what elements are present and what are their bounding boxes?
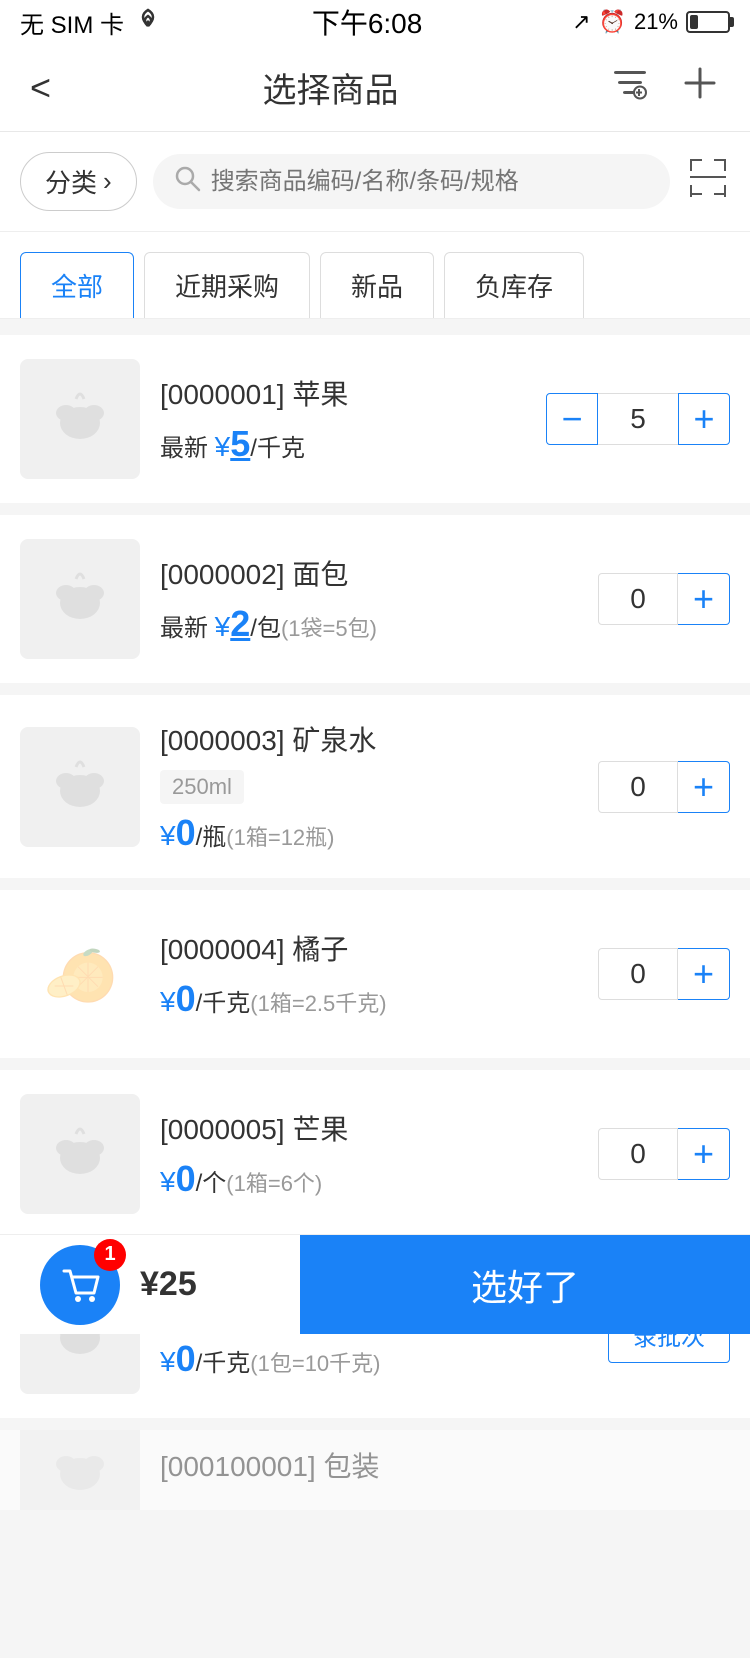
status-time: 下午6:08 xyxy=(312,2,423,42)
back-button[interactable]: < xyxy=(30,67,51,109)
alarm-icon: ⏰ xyxy=(599,9,626,35)
scan-icon[interactable] xyxy=(686,155,730,209)
bottom-bar: 1 ¥25 选好了 xyxy=(0,1234,750,1334)
product-item: [0000005] 芒果 ¥0/个(1箱=6个) + xyxy=(0,1070,750,1238)
product-info-p4: [0000004] 橘子 ¥0/千克(1箱=2.5千克) xyxy=(160,928,578,1020)
category-button[interactable]: 分类 › xyxy=(20,152,137,211)
product-image-p2 xyxy=(20,539,140,659)
search-box[interactable] xyxy=(153,154,670,209)
battery-icon xyxy=(686,11,730,33)
product-item: [0000001] 苹果 最新 ¥5/千克 − + xyxy=(0,335,750,503)
gps-icon: ↗ xyxy=(572,9,590,35)
qty-control-p3: + xyxy=(598,761,730,813)
page-title: 选择商品 xyxy=(263,63,399,112)
qty-input-p3[interactable] xyxy=(598,761,678,813)
product-name-p7: [000100001] 包装 xyxy=(160,1445,730,1485)
product-info-p5: [0000005] 芒果 ¥0/个(1箱=6个) xyxy=(160,1108,578,1200)
nav-actions xyxy=(610,63,720,113)
product-item: [0000003] 矿泉水 250ml ¥0/瓶(1箱=12瓶) + xyxy=(0,695,750,878)
qty-input-p2[interactable] xyxy=(598,573,678,625)
status-left: 无 SIM 卡 xyxy=(20,5,162,40)
qty-control-p1: − + xyxy=(546,393,730,445)
status-bar: 无 SIM 卡 下午6:08 ↗ ⏰ 21% xyxy=(0,0,750,44)
filter-bar: 分类 › xyxy=(0,132,750,232)
product-item: [000100001] 包装 xyxy=(0,1430,750,1510)
search-input[interactable] xyxy=(211,168,650,196)
product-name-p4: [0000004] 橘子 xyxy=(160,928,578,968)
product-item: [0000004] 橘子 ¥0/千克(1箱=2.5千克) + xyxy=(0,890,750,1058)
qty-input-p1[interactable] xyxy=(598,393,678,445)
tab-new[interactable]: 新品 xyxy=(320,252,434,318)
qty-plus-p3[interactable]: + xyxy=(678,761,730,813)
wifi-icon xyxy=(134,8,162,37)
product-info-p2: [0000002] 面包 最新 ¥2/包(1袋=5包) xyxy=(160,553,578,645)
qty-control-p4: + xyxy=(598,948,730,1000)
qty-plus-p1[interactable]: + xyxy=(678,393,730,445)
product-name-p3: [0000003] 矿泉水 xyxy=(160,719,578,759)
qty-control-p2: + xyxy=(598,573,730,625)
product-name-p5: [0000005] 芒果 xyxy=(160,1108,578,1148)
tabs-bar: 全部 近期采购 新品 负库存 xyxy=(0,232,750,319)
product-image-p7 xyxy=(20,1430,140,1510)
tab-negative[interactable]: 负库存 xyxy=(444,252,584,318)
cart-total: ¥25 xyxy=(140,1265,197,1304)
product-price-p3: ¥0/瓶(1箱=12瓶) xyxy=(160,812,578,854)
cart-badge: 1 xyxy=(94,1239,126,1271)
product-price-p6: ¥0/千克(1包=10千克) xyxy=(160,1338,588,1380)
product-list: [0000001] 苹果 最新 ¥5/千克 − + [0000002] 面包 最… xyxy=(0,319,750,1658)
product-name-p1: [0000001] 苹果 xyxy=(160,373,526,413)
tab-recent[interactable]: 近期采购 xyxy=(144,252,310,318)
battery-percent: 21% xyxy=(634,9,678,35)
qty-minus-p1[interactable]: − xyxy=(546,393,598,445)
qty-control-p5: + xyxy=(598,1128,730,1180)
product-price-p5: ¥0/个(1箱=6个) xyxy=(160,1158,578,1200)
category-label: 分类 xyxy=(45,163,97,200)
product-item: [0000002] 面包 最新 ¥2/包(1袋=5包) + xyxy=(0,515,750,683)
status-right: ↗ ⏰ 21% xyxy=(572,9,730,35)
qty-plus-p2[interactable]: + xyxy=(678,573,730,625)
product-spec-p3: 250ml xyxy=(160,770,244,804)
product-info-p1: [0000001] 苹果 最新 ¥5/千克 xyxy=(160,373,526,465)
qty-input-p4[interactable] xyxy=(598,948,678,1000)
cart-icon-wrap[interactable]: 1 xyxy=(40,1245,120,1325)
product-info-p7: [000100001] 包装 xyxy=(160,1445,730,1495)
search-icon xyxy=(173,164,201,199)
cart-section: 1 ¥25 xyxy=(0,1245,300,1325)
product-name-p2: [0000002] 面包 xyxy=(160,553,578,593)
carrier-label: 无 SIM 卡 xyxy=(20,5,124,40)
filter-icon[interactable] xyxy=(610,63,650,113)
product-price-p2: 最新 ¥2/包(1袋=5包) xyxy=(160,603,578,645)
product-image-p3 xyxy=(20,727,140,847)
add-icon[interactable] xyxy=(680,63,720,113)
product-image-p1 xyxy=(20,359,140,479)
product-price-p4: ¥0/千克(1箱=2.5千克) xyxy=(160,978,578,1020)
nav-bar: < 选择商品 xyxy=(0,44,750,132)
tab-all[interactable]: 全部 xyxy=(20,252,134,318)
product-image-p4 xyxy=(20,914,140,1034)
qty-plus-p4[interactable]: + xyxy=(678,948,730,1000)
confirm-button[interactable]: 选好了 xyxy=(300,1235,750,1334)
qty-plus-p5[interactable]: + xyxy=(678,1128,730,1180)
product-price-p1: 最新 ¥5/千克 xyxy=(160,423,526,465)
qty-input-p5[interactable] xyxy=(598,1128,678,1180)
product-image-p5 xyxy=(20,1094,140,1214)
category-arrow: › xyxy=(103,166,112,197)
product-info-p3: [0000003] 矿泉水 250ml ¥0/瓶(1箱=12瓶) xyxy=(160,719,578,854)
